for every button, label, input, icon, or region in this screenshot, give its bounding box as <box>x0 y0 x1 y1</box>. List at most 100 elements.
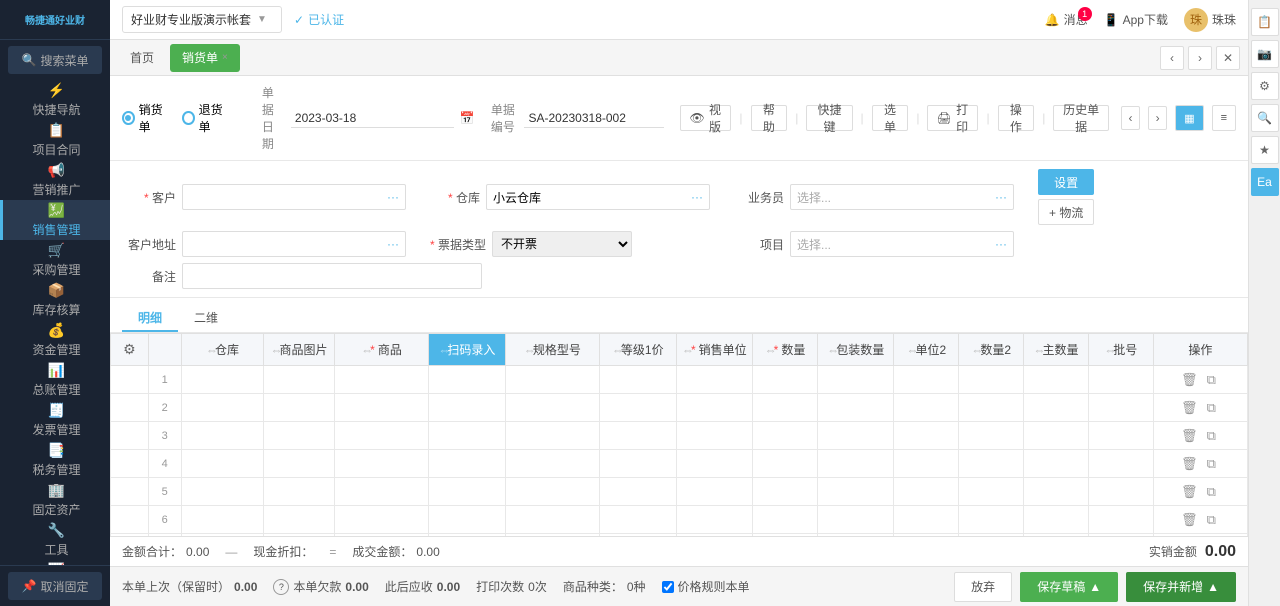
resize-handle-spec[interactable]: ⇔ <box>524 343 530 357</box>
row-delete-icon[interactable]: 🗑 <box>1180 399 1198 417</box>
tab-detail[interactable]: 明细 <box>122 304 178 332</box>
row-scan-cell[interactable] <box>429 506 506 534</box>
warehouse-picker-icon[interactable]: ··· <box>691 190 703 204</box>
main-col-header[interactable]: ⇔ 主数量 <box>1024 334 1089 366</box>
row-unit2-cell[interactable] <box>894 366 959 394</box>
resize-handle-unit2[interactable]: ⇔ <box>906 343 912 357</box>
scan-col-header[interactable]: ⇔ 扫码录入 <box>429 334 506 366</box>
row-spec-cell[interactable] <box>505 422 599 450</box>
row-unit2-cell[interactable] <box>894 422 959 450</box>
price1-col-header[interactable]: ⇔ 等级1价 <box>599 334 676 366</box>
row-qty-cell[interactable] <box>753 534 818 537</box>
row-main-cell[interactable] <box>1024 506 1089 534</box>
salesperson-picker-icon[interactable]: ··· <box>995 190 1007 204</box>
date-input[interactable]: 2023-03-18 <box>291 109 454 128</box>
address-picker-icon[interactable]: ··· <box>387 237 399 251</box>
row-main-cell[interactable] <box>1024 394 1089 422</box>
resize-handle[interactable]: ⇔ <box>206 343 212 357</box>
warehouse-input[interactable]: 小云仓库 ··· <box>486 184 710 210</box>
row-delete-icon[interactable]: 🗑 <box>1180 483 1198 501</box>
row-delete-icon[interactable]: 🗑 <box>1180 455 1198 473</box>
sidebar-item-accounting[interactable]: 📊 总账管理 <box>0 360 110 400</box>
row-qty2-cell[interactable] <box>959 394 1024 422</box>
row-qty2-cell[interactable] <box>959 534 1024 537</box>
qty2-col-header[interactable]: ⇔ 数量2 <box>959 334 1024 366</box>
sidebar-item-tools[interactable]: 🔧 工具 <box>0 520 110 560</box>
print-btn[interactable]: 🖨 打印 <box>927 105 978 131</box>
prev-record-btn[interactable]: ‹ <box>1121 106 1140 130</box>
sidebar-item-invoice[interactable]: 🧾 发票管理 <box>0 400 110 440</box>
right-panel-btn-5[interactable]: ★ <box>1251 136 1279 164</box>
row-image-cell[interactable] <box>264 366 335 394</box>
row-unit-cell[interactable] <box>676 366 753 394</box>
resize-handle-main[interactable]: ⇔ <box>1033 343 1039 357</box>
select-btn[interactable]: 选单 <box>872 105 909 131</box>
row-scan-cell[interactable] <box>429 450 506 478</box>
right-panel-btn-1[interactable]: 📋 <box>1251 8 1279 36</box>
address-input[interactable]: ··· <box>182 231 406 257</box>
row-spec-cell[interactable] <box>505 506 599 534</box>
tab-prev-button[interactable]: ‹ <box>1160 46 1184 70</box>
grid-view-btn[interactable]: ▦ <box>1175 105 1203 131</box>
sidebar-item-fixed[interactable]: 🏢 固定资产 <box>0 480 110 520</box>
row-price1-cell[interactable] <box>599 394 676 422</box>
row-spec-cell[interactable] <box>505 450 599 478</box>
row-pack-cell[interactable] <box>817 478 894 506</box>
row-qty2-cell[interactable] <box>959 366 1024 394</box>
row-delete-icon[interactable]: 🗑 <box>1180 511 1198 529</box>
row-unit-cell[interactable] <box>676 534 753 537</box>
row-image-cell[interactable] <box>264 478 335 506</box>
goods-col-header[interactable]: ⇔ * 商品 <box>334 334 428 366</box>
search-menu-button[interactable]: 🔍 搜索菜单 <box>8 46 102 74</box>
row-price1-cell[interactable] <box>599 422 676 450</box>
row-unit2-cell[interactable] <box>894 394 959 422</box>
row-copy-icon[interactable]: ⧉ <box>1202 399 1220 417</box>
row-qty2-cell[interactable] <box>959 422 1024 450</box>
operation-btn[interactable]: 操作 <box>998 105 1035 131</box>
row-pack-cell[interactable] <box>817 394 894 422</box>
save-draft-btn[interactable]: 保存草稿 ▲ <box>1020 572 1118 602</box>
row-unit-cell[interactable] <box>676 422 753 450</box>
row-image-cell[interactable] <box>264 506 335 534</box>
row-price1-cell[interactable] <box>599 534 676 537</box>
add-logistics-btn[interactable]: + 物流 <box>1038 199 1094 225</box>
row-warehouse-cell[interactable] <box>181 478 263 506</box>
row-goods-cell[interactable] <box>334 506 428 534</box>
row-copy-icon[interactable]: ⧉ <box>1202 427 1220 445</box>
number-input[interactable]: SA-20230318-002 <box>524 109 664 128</box>
price-check-checkbox[interactable]: 价格规则本单 <box>662 578 750 595</box>
row-copy-icon[interactable]: ⧉ <box>1202 483 1220 501</box>
customer-input[interactable]: ··· <box>182 184 406 210</box>
row-scan-cell[interactable] <box>429 366 506 394</box>
row-warehouse-cell[interactable] <box>181 534 263 537</box>
row-qty-cell[interactable] <box>753 394 818 422</box>
invoice-select[interactable]: 不开票 增值税普通发票 增值税专用发票 <box>492 231 632 257</box>
row-unit-cell[interactable] <box>676 450 753 478</box>
debt-info-icon[interactable]: ? <box>273 579 289 595</box>
row-copy-icon[interactable]: ⧉ <box>1202 455 1220 473</box>
tab-close-icon[interactable]: × <box>222 52 228 63</box>
row-pack-cell[interactable] <box>817 506 894 534</box>
row-batch-cell[interactable] <box>1088 366 1153 394</box>
row-delete-icon[interactable]: 🗑 <box>1180 371 1198 389</box>
warehouse-col-header[interactable]: ⇔ 仓库 <box>181 334 263 366</box>
row-qty2-cell[interactable] <box>959 506 1024 534</box>
app-download-button[interactable]: 📱 App下载 <box>1104 11 1168 28</box>
resize-handle-batch[interactable]: ⇔ <box>1104 343 1110 357</box>
row-qty-cell[interactable] <box>753 450 818 478</box>
row-scan-cell[interactable] <box>429 534 506 537</box>
radio-return[interactable]: 退货单 <box>182 101 230 135</box>
row-image-cell[interactable] <box>264 422 335 450</box>
row-batch-cell[interactable] <box>1088 422 1153 450</box>
resize-handle-scan[interactable]: ⇔ <box>438 343 444 357</box>
row-delete-icon[interactable]: 🗑 <box>1180 427 1198 445</box>
row-warehouse-cell[interactable] <box>181 394 263 422</box>
row-main-cell[interactable] <box>1024 366 1089 394</box>
row-goods-cell[interactable] <box>334 366 428 394</box>
row-copy-icon[interactable]: ⧉ <box>1202 371 1220 389</box>
tab-sales-order[interactable]: 销货单 × <box>170 44 240 72</box>
qty-col-header[interactable]: ⇔ * 数量 <box>753 334 818 366</box>
project-input[interactable]: 选择... ··· <box>790 231 1014 257</box>
gear-icon[interactable]: ⚙ <box>123 341 136 357</box>
row-batch-cell[interactable] <box>1088 534 1153 537</box>
